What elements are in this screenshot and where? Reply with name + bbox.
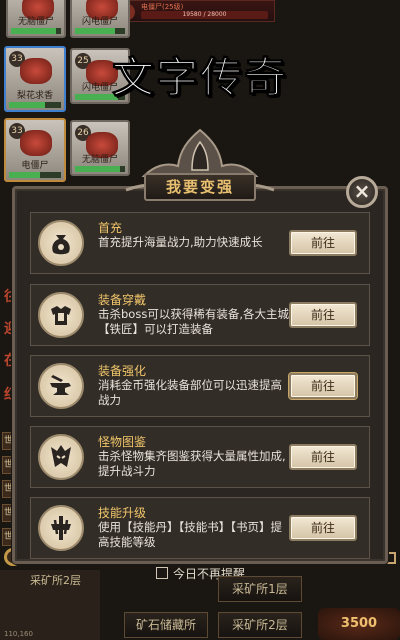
go-button[interactable]: 前往 — [289, 230, 357, 256]
monster-name: 电僵尸 — [21, 161, 49, 171]
monster-name: 闪电僵尸 — [81, 17, 118, 27]
armor-icon — [38, 292, 84, 338]
item-description: 击杀boss可以获得稀有装备,各大主城【铁匠】可以打造装备 — [98, 307, 289, 336]
minimap-location-label: 采矿所2层 — [30, 574, 81, 587]
monster-portrait — [20, 130, 52, 156]
monster-name: 梨花求香 — [16, 91, 53, 101]
item-description: 首充提升海量战力,助力快速成长 — [98, 235, 263, 249]
go-button[interactable]: 前往 — [289, 515, 357, 541]
go-button[interactable]: 前往 — [289, 373, 357, 399]
checkbox-box[interactable] — [156, 567, 168, 579]
sword-emblem-icon — [38, 505, 84, 551]
monster-helmet-icon — [38, 434, 84, 480]
boss-hp-text: 19580 / 28000 — [182, 11, 227, 18]
monster-portrait — [20, 58, 52, 84]
combat-power-badge: 3500 — [318, 608, 400, 640]
monster-hp-bar — [9, 102, 61, 108]
item-title: 装备穿戴 — [98, 293, 147, 307]
monster-hp-bar — [75, 28, 125, 34]
combat-power-value: 3500 — [340, 616, 378, 631]
close-button[interactable]: × — [346, 176, 378, 208]
item-title: 装备强化 — [98, 364, 147, 378]
boss-hp-bar: 19580 / 28000 — [141, 11, 268, 19]
item-title: 首充 — [98, 221, 123, 235]
boss-banner[interactable]: 电僵尸(25级) 19580 / 28000 — [110, 0, 275, 22]
growth-item-skill: 技能升级 使用【技能丹】【技能书】【书页】提高技能等级 前往 — [30, 497, 370, 559]
go-button[interactable]: 前往 — [289, 444, 357, 470]
growth-item-bestiary: 怪物图鉴 击杀怪物集齐图鉴获得大量属性加成,提升战斗力 前往 — [30, 426, 370, 488]
growth-item-enhance: 装备强化 消耗金币强化装备部位可以迅速提高战力 前往 — [30, 355, 370, 417]
mine-floor2-button[interactable]: 采矿所2层 — [218, 612, 302, 638]
monster-hp-bar — [9, 172, 61, 178]
monster-card[interactable]: 无脑僵尸 — [6, 0, 66, 38]
anvil-icon — [38, 363, 84, 409]
item-description: 击杀怪物集齐图鉴获得大量属性加成,提升战斗力 — [98, 449, 286, 478]
item-title: 技能升级 — [98, 506, 147, 520]
mine-floor1-button[interactable]: 采矿所1层 — [218, 576, 302, 602]
monster-hp-bar — [11, 28, 61, 34]
growth-item-first-recharge: 首充 首充提升海量战力,助力快速成长 前往 — [30, 212, 370, 274]
monster-card[interactable]: 33 电僵尸 — [4, 118, 66, 182]
watermark-title: 文字传奇 — [111, 53, 288, 103]
minimap-coordinates: 110,160 — [4, 630, 33, 638]
go-button[interactable]: 前往 — [289, 302, 357, 328]
item-description: 消耗金币强化装备部位可以迅速提高战力 — [98, 378, 282, 407]
growth-item-equip: 装备穿戴 击杀boss可以获得稀有装备,各大主城【铁匠】可以打造装备 前往 — [30, 284, 370, 346]
monster-card[interactable]: 33 梨花求香 — [4, 46, 66, 112]
minimap-area[interactable]: 采矿所2层 110,160 — [0, 570, 100, 640]
ore-storage-button[interactable]: 矿石储藏所 — [124, 612, 208, 638]
monster-name: 无脑僵尸 — [17, 17, 54, 27]
monster-card[interactable]: 闪电僵尸 — [70, 0, 130, 38]
item-title: 怪物图鉴 — [98, 435, 147, 449]
money-bag-icon — [38, 220, 84, 266]
dialog-title: 我要变强 — [144, 173, 256, 201]
item-description: 使用【技能丹】【技能书】【书页】提高技能等级 — [98, 520, 282, 549]
